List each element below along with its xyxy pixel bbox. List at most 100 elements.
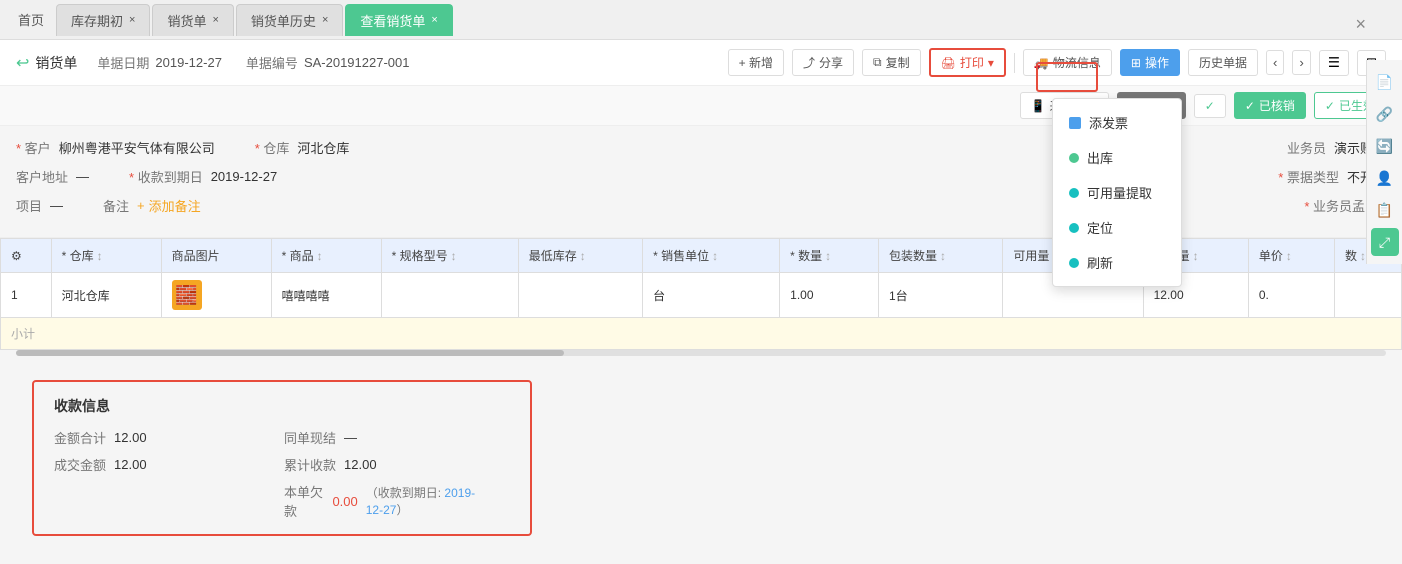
cell-amount: [1334, 273, 1401, 318]
same-order-value: —: [344, 430, 357, 445]
close-tab-view-sales[interactable]: ×: [431, 14, 437, 26]
add-invoice-item[interactable]: 添发票: [1053, 105, 1181, 140]
doc-number-value: SA-20191227-001: [304, 55, 410, 70]
print-icon: 🖨: [941, 56, 956, 70]
history-button[interactable]: 历史单据: [1188, 49, 1258, 76]
add-note-button[interactable]: + 添加备注: [137, 196, 201, 215]
product-image: 🧱: [172, 280, 202, 310]
dot-icon-2: [1069, 188, 1079, 198]
total-amount-value: 12.00: [114, 430, 147, 445]
col-min-stock: 最低库存↕: [518, 239, 642, 273]
operations-dropdown: 添发票 出库 可用量提取 定位 刷新: [1052, 98, 1182, 287]
col-product-img: 商品图片: [161, 239, 271, 273]
out-warehouse-item[interactable]: 出库: [1053, 140, 1181, 175]
doc-type-label: 销货单: [35, 53, 77, 73]
table-row: 1 河北仓库 🧱 嘻嘻嘻嘻 台 1.00 1台 12.00 0.: [1, 273, 1402, 318]
sidebar-list-icon[interactable]: 📋: [1371, 196, 1399, 224]
phone-icon: 📱: [1031, 99, 1046, 113]
warehouse-value: 河北仓库: [297, 138, 349, 157]
out-warehouse-label: 出库: [1087, 148, 1113, 167]
tab-inventory[interactable]: 库存期初 ×: [56, 4, 150, 36]
due-value: 0.00: [332, 494, 357, 509]
prev-button[interactable]: ‹: [1266, 50, 1284, 75]
locate-item[interactable]: 定位: [1053, 210, 1181, 245]
warehouse-label: 仓库: [255, 138, 290, 157]
sidebar-expand-icon[interactable]: ⤢: [1371, 228, 1399, 256]
col-sales-unit: * 销售单位↕: [643, 239, 780, 273]
doc-title: ↩ 销货单: [16, 53, 77, 73]
refresh-item[interactable]: 刷新: [1053, 245, 1181, 280]
col-warehouse: * 仓库↕: [51, 239, 161, 273]
table-header-row: ⚙ * 仓库↕ 商品图片 * 商品↕ * 规格型号↕ 最低库存↕ * 销售单位↕…: [1, 239, 1402, 273]
sidebar-doc-icon[interactable]: 📄: [1371, 68, 1399, 96]
horizontal-scrollbar[interactable]: [16, 350, 1386, 356]
available-qty-item[interactable]: 可用量提取: [1053, 175, 1181, 210]
square-icon: [1069, 117, 1081, 129]
verified-icon: ✓: [1245, 99, 1255, 113]
col-settings[interactable]: ⚙: [1, 239, 52, 273]
cell-unit-price: 0.: [1248, 273, 1334, 318]
window-close-icon[interactable]: ×: [1355, 14, 1366, 35]
doc-actions: + 新增 ⤴ 分享 ⧉ 复制 🖨 打印 ▾ 🚚 物流信息 ⊞ 操作: [728, 48, 1386, 77]
tab-sales-history[interactable]: 销货单历史 ×: [236, 4, 343, 36]
checkmark-button[interactable]: ✓: [1194, 94, 1226, 118]
close-tab-inventory[interactable]: ×: [129, 14, 135, 26]
print-button[interactable]: 🖨 打印 ▾: [929, 48, 1006, 77]
note-field: 备注 + 添加备注: [103, 196, 201, 215]
customer-field: 客户 柳州粤港平安气体有限公司: [16, 138, 215, 157]
project-field: 项目 —: [16, 196, 63, 215]
doc-date-label: 单据日期: [97, 53, 149, 72]
due-item: 本单欠款 0.00 （收款到期日: 2019-12-27）: [284, 482, 484, 520]
product-table: ⚙ * 仓库↕ 商品图片 * 商品↕ * 规格型号↕ 最低库存↕ * 销售单位↕…: [0, 238, 1402, 350]
cell-pack-qty: 1台: [879, 273, 1003, 318]
scroll-thumb[interactable]: [16, 350, 564, 356]
close-tab-sales[interactable]: ×: [212, 14, 218, 26]
cell-warehouse: 河北仓库: [51, 273, 161, 318]
logistics-button[interactable]: 🚚 物流信息: [1023, 49, 1112, 76]
address-field: 客户地址 —: [16, 167, 89, 186]
note-label: 备注: [103, 196, 129, 215]
sidebar-link-icon[interactable]: 🔗: [1371, 100, 1399, 128]
tab-home[interactable]: 首页: [8, 4, 54, 35]
sidebar-user-icon[interactable]: 👤: [1371, 164, 1399, 192]
tab-bar: 首页 库存期初 × 销货单 × 销货单历史 × 查看销货单 × ×: [0, 0, 1402, 40]
col-quantity: * 数量↕: [780, 239, 879, 273]
col-unit-price: 单价↕: [1248, 239, 1334, 273]
copy-icon: ⧉: [873, 55, 882, 70]
effective-icon: ✓: [1325, 99, 1335, 113]
payment-date-field: 收款到期日 2019-12-27: [129, 167, 277, 186]
transaction-label: 成交金额: [54, 455, 106, 474]
ticket-type-label: 票据类型: [1278, 167, 1339, 186]
total-amount-label: 金额合计: [54, 428, 106, 447]
list-view-button[interactable]: ☰: [1319, 50, 1349, 76]
cumulative-item: 累计收款 12.00: [284, 455, 484, 474]
form-section: 客户 柳州粤港平安气体有限公司 仓库 河北仓库 业务员 演示账号 客户地址 — …: [0, 126, 1402, 238]
payment-date-label: 收款到期日: [129, 167, 203, 186]
settings-icon[interactable]: ⚙: [11, 249, 22, 263]
payment-title: 收款信息: [54, 396, 510, 416]
new-button[interactable]: + 新增: [728, 49, 784, 76]
close-tab-sales-history[interactable]: ×: [322, 14, 328, 26]
due-label: 本单欠款: [284, 482, 324, 520]
next-button[interactable]: ›: [1292, 50, 1310, 75]
transaction-item: 成交金额 12.00: [54, 455, 254, 474]
share-button[interactable]: ⤴ 分享: [792, 49, 854, 76]
operations-button[interactable]: ⊞ 操作: [1120, 49, 1180, 76]
salesperson-label: 业务员孟: [1304, 196, 1365, 215]
due-date: 2019-12-27: [366, 486, 475, 517]
copy-button[interactable]: ⧉ 复制: [862, 49, 921, 76]
sidebar-sync-icon[interactable]: 🔄: [1371, 132, 1399, 160]
cell-index: 1: [1, 273, 52, 318]
add-invoice-label: 添发票: [1089, 113, 1128, 132]
tab-sales[interactable]: 销货单 ×: [152, 4, 233, 36]
col-pack-qty: 包装数量↕: [879, 239, 1003, 273]
table-wrapper: ⚙ * 仓库↕ 商品图片 * 商品↕ * 规格型号↕ 最低库存↕ * 销售单位↕…: [0, 238, 1402, 364]
available-qty-label: 可用量提取: [1087, 183, 1152, 202]
tab-view-sales[interactable]: 查看销货单 ×: [345, 4, 452, 36]
transaction-value: 12.00: [114, 457, 147, 472]
address-label: 客户地址: [16, 167, 68, 186]
dot-icon-3: [1069, 223, 1079, 233]
verified-button[interactable]: ✓ 已核销: [1234, 92, 1306, 119]
doc-number-field: 单据编号 SA-20191227-001: [246, 53, 410, 72]
subtotal-row: 小计: [1, 318, 1402, 350]
